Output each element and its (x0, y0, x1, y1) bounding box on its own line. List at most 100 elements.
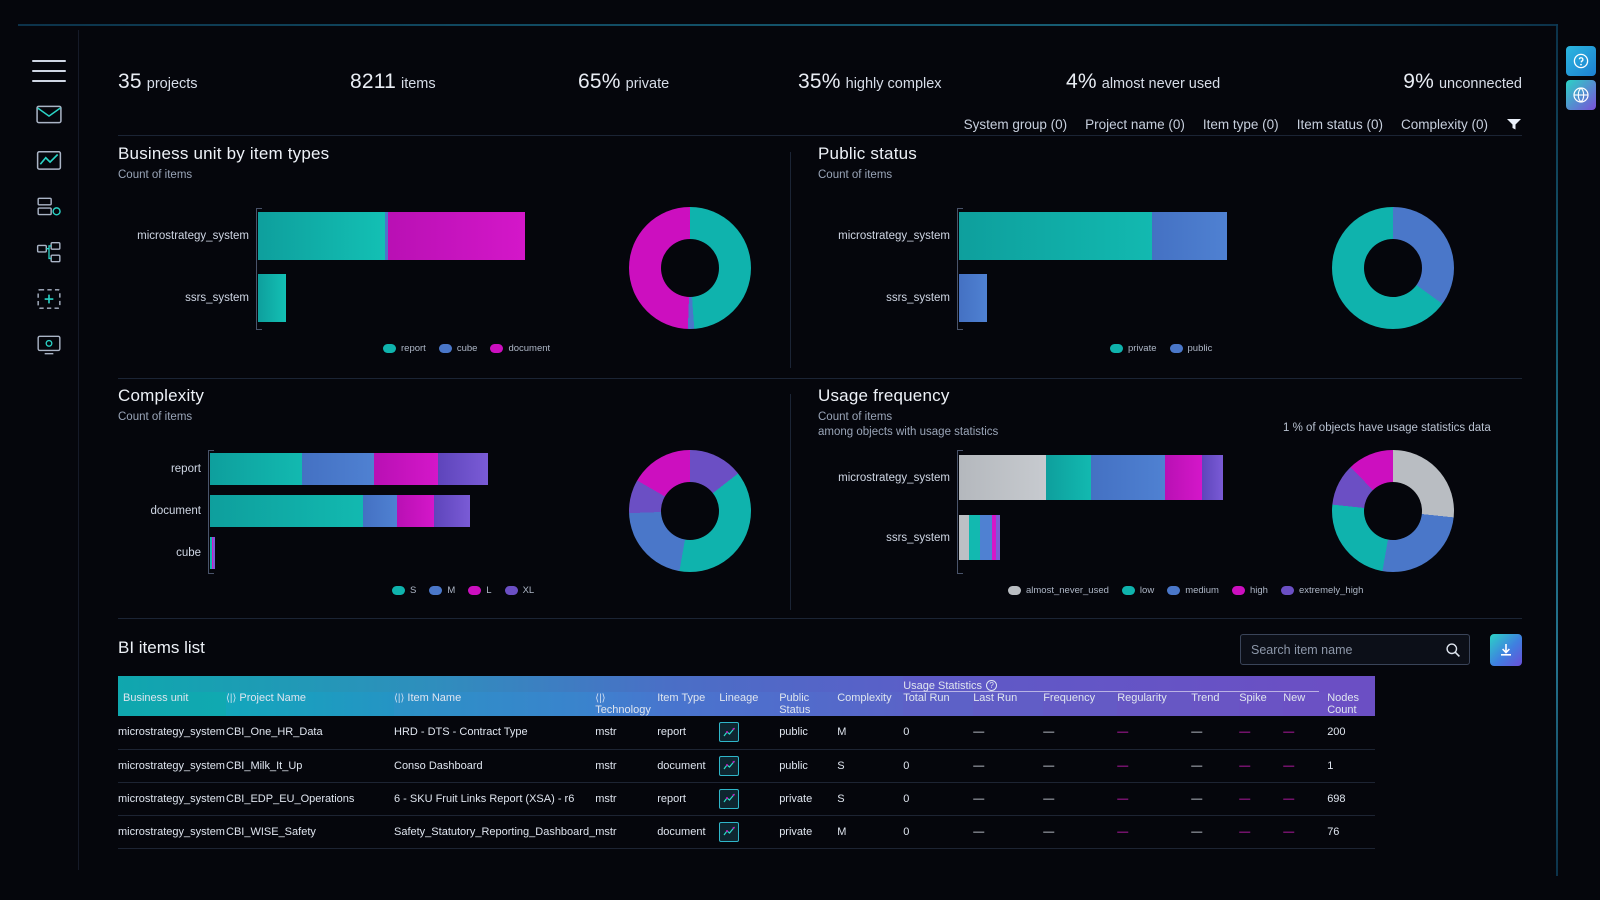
col-header-regularity[interactable]: Regularity (1117, 692, 1191, 716)
bar-row[interactable]: cube (210, 537, 500, 569)
col-header-frequency[interactable]: Frequency (1043, 692, 1117, 716)
search-icon[interactable] (1445, 642, 1461, 658)
donut-business-unit[interactable] (629, 207, 751, 329)
search-item-name-field[interactable] (1240, 634, 1470, 665)
col-header-lineage[interactable]: Lineage (719, 692, 779, 716)
bar-segment-l[interactable] (397, 495, 433, 527)
bar-segment-public[interactable] (1152, 212, 1227, 260)
bar-segment-medium[interactable] (980, 515, 992, 560)
table-row[interactable]: microstrategy_system CBI_Milk_It_Up Cons… (118, 749, 1375, 782)
bar-segment-high[interactable] (1165, 455, 1202, 500)
sort-icon[interactable]: ⟨|⟩ (595, 693, 605, 704)
col-header-business-unit[interactable]: Business unit (118, 692, 226, 716)
info-icon[interactable]: ? (986, 680, 997, 691)
add-node-icon[interactable] (34, 286, 64, 312)
sort-icon[interactable]: ⟨|⟩ (394, 693, 404, 704)
col-header-total-run[interactable]: Total Run (903, 692, 973, 716)
legend-label: medium (1185, 585, 1219, 596)
bar-segment-report[interactable] (258, 212, 385, 260)
lineage-icon[interactable] (719, 756, 739, 776)
menu-hamburger-icon[interactable] (32, 60, 66, 82)
col-header-project-name[interactable]: ⟨|⟩Project Name (226, 692, 394, 716)
filter-item-status[interactable]: Item status (0) (1297, 117, 1383, 132)
bar-segment-s[interactable] (210, 453, 302, 485)
bar-segment-public[interactable] (959, 274, 987, 322)
assistant-widget-button[interactable] (1566, 80, 1596, 110)
donut-usage-frequency[interactable] (1332, 450, 1454, 572)
filter-item-type[interactable]: Item type (0) (1203, 117, 1279, 132)
bar-row[interactable]: ssrs_system (258, 274, 538, 322)
bar-row[interactable]: report (210, 453, 500, 485)
donut-public-status[interactable] (1332, 207, 1454, 329)
bar-row[interactable]: microstrategy_system (959, 212, 1239, 260)
legend-item[interactable]: cube (439, 343, 478, 354)
monitor-icon[interactable] (34, 332, 64, 358)
inbox-icon[interactable] (34, 102, 64, 128)
col-header-new[interactable]: New (1283, 692, 1327, 716)
legend-item[interactable]: document (490, 343, 550, 354)
filter-project-name[interactable]: Project name (0) (1085, 117, 1185, 132)
bar-segment-l[interactable] (374, 453, 438, 485)
legend-item[interactable]: report (383, 343, 426, 354)
bar-segment-almost-never-used[interactable] (959, 515, 969, 560)
legend-item[interactable]: high (1232, 585, 1268, 596)
col-header-spike[interactable]: Spike (1239, 692, 1283, 716)
bar-segment-private[interactable] (959, 212, 1152, 260)
col-header-nodes-count[interactable]: Nodes Count (1327, 692, 1375, 716)
bar-segment-s[interactable] (210, 495, 363, 527)
bar-segment-medium[interactable] (1091, 455, 1165, 500)
bar-segment-xl[interactable] (438, 453, 488, 485)
table-row[interactable]: microstrategy_system CBI_WISE_Safety Saf… (118, 815, 1375, 848)
help-widget-button[interactable] (1566, 46, 1596, 76)
bar-row[interactable]: microstrategy_system (959, 455, 1239, 500)
filter-system-group[interactable]: System group (0) (964, 117, 1068, 132)
bar-segment-xl[interactable] (434, 495, 470, 527)
col-header-public-status[interactable]: Public Status (779, 692, 837, 716)
table-header-row: Business unit ⟨|⟩Project Name ⟨|⟩Item Na… (118, 692, 1375, 716)
server-stack-icon[interactable] (34, 194, 64, 220)
bar-segment-report[interactable] (258, 274, 286, 322)
bar-row[interactable]: document (210, 495, 500, 527)
bar-segment-almost-never-used[interactable] (959, 455, 1046, 500)
bar-segment-document[interactable] (388, 212, 525, 260)
legend-item[interactable]: XL (505, 585, 535, 596)
bar-segment-low[interactable] (1046, 455, 1091, 500)
legend-item[interactable]: public (1170, 343, 1213, 354)
filter-complexity[interactable]: Complexity (0) (1401, 117, 1488, 132)
legend-item[interactable]: extremely_high (1281, 585, 1363, 596)
legend-item[interactable]: medium (1167, 585, 1219, 596)
table-row[interactable]: microstrategy_system CBI_EDP_EU_Operatio… (118, 782, 1375, 815)
analytics-icon[interactable] (34, 148, 64, 174)
col-header-item-name[interactable]: ⟨|⟩Item Name (394, 692, 595, 716)
table-row[interactable]: microstrategy_system CBI_One_HR_Data HRD… (118, 716, 1375, 749)
legend-item[interactable]: L (468, 585, 491, 596)
sort-icon[interactable]: ⟨|⟩ (226, 693, 236, 704)
bar-segment-m[interactable] (302, 453, 374, 485)
bar-row[interactable]: microstrategy_system (258, 212, 538, 260)
bar-row[interactable]: ssrs_system (959, 274, 1239, 322)
hierarchy-icon[interactable] (34, 240, 64, 266)
legend-item[interactable]: private (1110, 343, 1157, 354)
bar-segment-low[interactable] (969, 515, 980, 560)
search-input[interactable] (1249, 642, 1445, 658)
bar-row[interactable]: ssrs_system (959, 515, 1239, 560)
bar-segment-extremely-high[interactable] (996, 515, 1000, 560)
lineage-icon[interactable] (719, 722, 739, 742)
legend-item[interactable]: S (392, 585, 416, 596)
donut-complexity[interactable] (629, 450, 751, 572)
download-button[interactable] (1490, 634, 1522, 666)
col-header-trend[interactable]: Trend (1191, 692, 1239, 716)
lineage-icon[interactable] (719, 789, 739, 809)
bar-segment-xl[interactable] (213, 537, 215, 569)
col-header-technology[interactable]: ⟨|⟩Technology (595, 692, 657, 716)
legend-item[interactable]: M (429, 585, 455, 596)
col-header-complexity[interactable]: Complexity (837, 692, 903, 716)
filter-funnel-icon[interactable] (1506, 117, 1522, 131)
legend-item[interactable]: low (1122, 585, 1154, 596)
col-header-item-type[interactable]: Item Type (657, 692, 719, 716)
legend-item[interactable]: almost_never_used (1008, 585, 1109, 596)
bar-segment-m[interactable] (363, 495, 397, 527)
lineage-icon[interactable] (719, 822, 739, 842)
bar-segment-extremely-high[interactable] (1202, 455, 1223, 500)
col-header-last-run[interactable]: Last Run (973, 692, 1043, 716)
